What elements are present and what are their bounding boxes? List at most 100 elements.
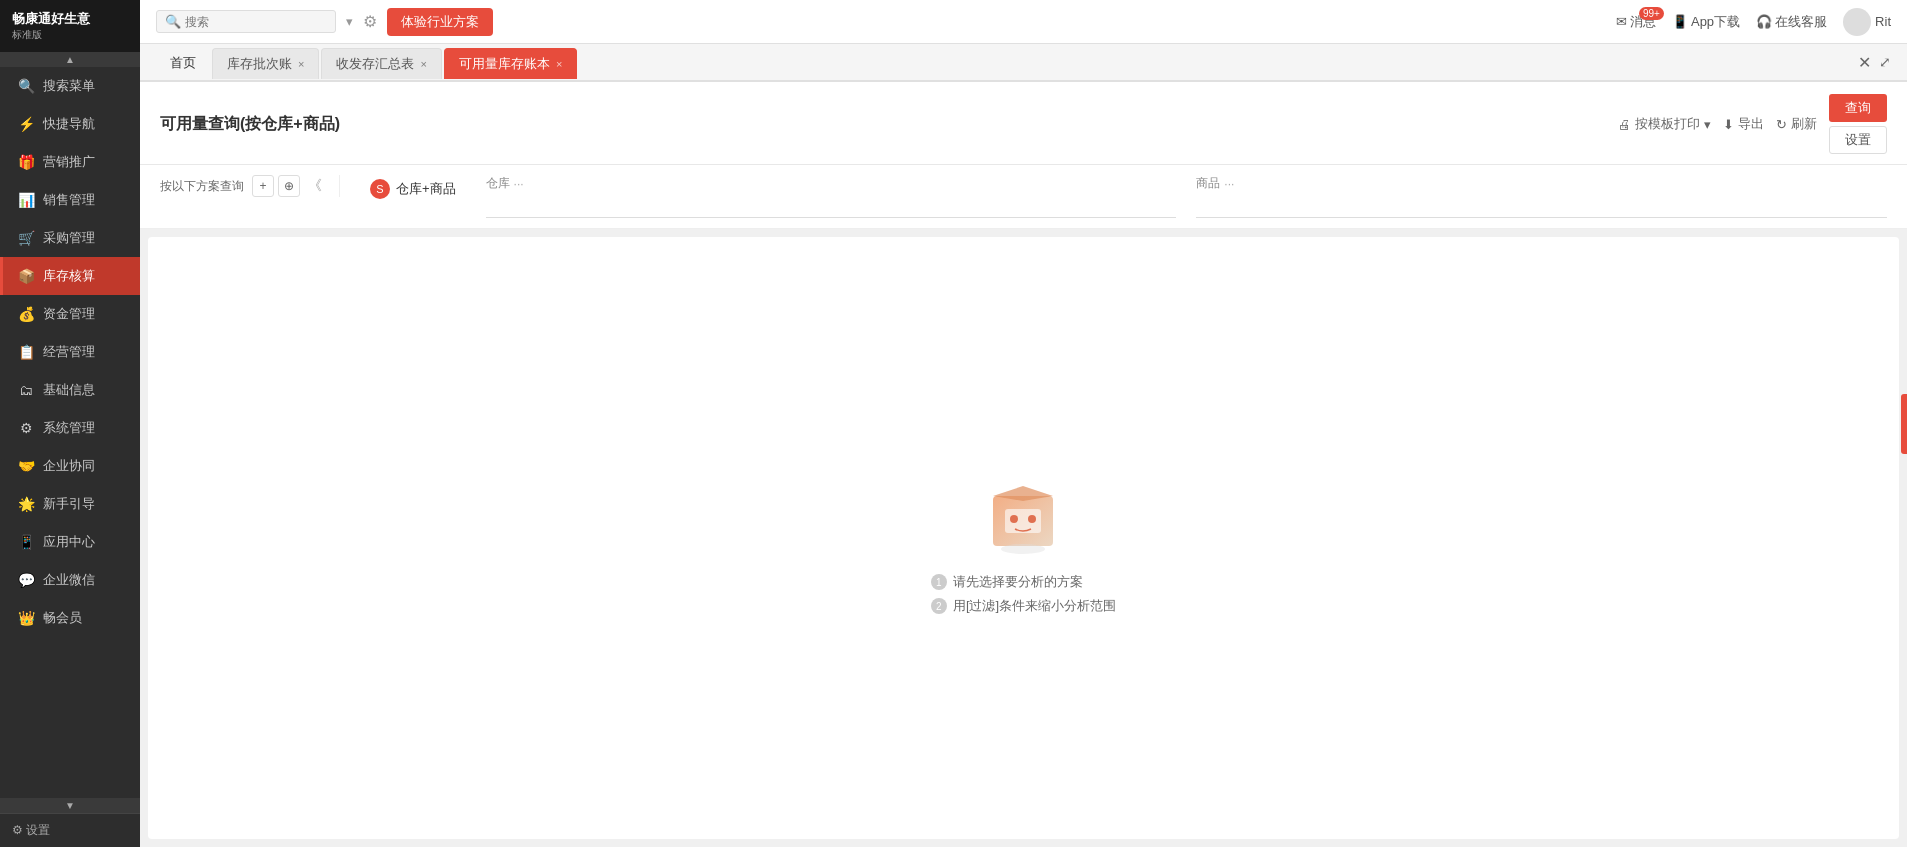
tip-num-1: 1 xyxy=(931,574,947,590)
warehouse-input[interactable] xyxy=(486,194,1177,218)
sidebar-label-operations: 经营管理 xyxy=(43,343,95,361)
brand-version: 标准版 xyxy=(12,28,128,42)
tab-available-ledger[interactable]: 可用量库存账本× xyxy=(444,48,577,79)
sidebar-label-member: 畅会员 xyxy=(43,609,82,627)
main-content: 🔍 ▾ ⚙ 体验行业方案 ✉ 消息 99+ 📱 App下载 🎧 在线客服 Rit xyxy=(140,0,1907,847)
sidebar-item-inventory[interactable]: 📦 库存核算 xyxy=(0,257,140,295)
svg-rect-2 xyxy=(1005,509,1041,533)
export-icon: ⬇ xyxy=(1723,117,1734,132)
search-icon: 🔍 xyxy=(165,14,181,29)
quick-nav-icon: ⚡ xyxy=(17,115,35,133)
sidebar-label-marketing: 营销推广 xyxy=(43,153,95,171)
filter-scheme-label: 按以下方案查询 xyxy=(160,178,244,195)
sidebar-item-basic[interactable]: 🗂 基础信息 xyxy=(0,371,140,409)
sidebar-scroll-up[interactable]: ▲ xyxy=(0,52,140,67)
tabbar-actions: ✕ ⤢ xyxy=(1858,53,1891,72)
export-button[interactable]: ⬇ 导出 xyxy=(1723,115,1764,133)
app-download-button[interactable]: 📱 App下载 xyxy=(1672,13,1740,31)
message-icon: ✉ xyxy=(1616,14,1627,29)
customer-service-button[interactable]: 🎧 在线客服 xyxy=(1756,13,1827,31)
scheme-label: 仓库+商品 xyxy=(396,180,456,198)
empty-illustration xyxy=(973,461,1073,561)
content-area: 1 请先选择要分析的方案 2 用[过滤]条件来缩小分析范围 xyxy=(148,237,1899,839)
sidebar-scroll-down[interactable]: ▼ xyxy=(0,798,140,813)
query-button[interactable]: 查询 xyxy=(1829,94,1887,122)
tab-close-available-ledger[interactable]: × xyxy=(556,58,562,70)
notification-button[interactable]: ✉ 消息 99+ xyxy=(1616,13,1656,31)
search-input[interactable] xyxy=(185,15,315,29)
operations-icon: 📋 xyxy=(17,343,35,361)
sidebar: 畅康通好生意 标准版 ▲ 🔍 搜索菜单 ⚡ 快捷导航 🎁 营销推广 📊 销售管理… xyxy=(0,0,140,847)
page-header: 可用量查询(按仓库+商品) 🖨 按模板打印 ▾ ⬇ 导出 ↻ 刷新 查询 设置 xyxy=(140,82,1907,165)
tab-home[interactable]: 首页 xyxy=(156,48,210,78)
sidebar-item-appstore[interactable]: 📱 应用中心 xyxy=(0,523,140,561)
topbar: 🔍 ▾ ⚙ 体验行业方案 ✉ 消息 99+ 📱 App下载 🎧 在线客服 Rit xyxy=(140,0,1907,44)
tip-text-1: 请先选择要分析的方案 xyxy=(953,573,1083,591)
manage-scheme-button[interactable]: ⊕ xyxy=(278,175,300,197)
sidebar-item-finance[interactable]: 💰 资金管理 xyxy=(0,295,140,333)
close-tab-button[interactable]: ✕ xyxy=(1858,53,1871,72)
refresh-label: 刷新 xyxy=(1791,115,1817,133)
tip-num-2: 2 xyxy=(931,598,947,614)
sidebar-item-purchase[interactable]: 🛒 采购管理 xyxy=(0,219,140,257)
print-chevron-icon: ▾ xyxy=(1704,117,1711,132)
product-input[interactable] xyxy=(1196,194,1887,218)
app-download-label: App下载 xyxy=(1691,13,1740,31)
sidebar-item-operations[interactable]: 📋 经营管理 xyxy=(0,333,140,371)
sidebar-item-enterprise[interactable]: 🤝 企业协同 xyxy=(0,447,140,485)
sidebar-footer[interactable]: ⚙ 设置 xyxy=(0,813,140,847)
sidebar-item-newbie[interactable]: 🌟 新手引导 xyxy=(0,485,140,523)
user-avatar-area[interactable]: Rit xyxy=(1843,8,1891,36)
sidebar-label-wechat: 企业微信 xyxy=(43,571,95,589)
sidebar-item-search[interactable]: 🔍 搜索菜单 xyxy=(0,67,140,105)
sidebar-label-purchase: 采购管理 xyxy=(43,229,95,247)
print-button[interactable]: 🖨 按模板打印 ▾ xyxy=(1618,115,1711,133)
refresh-icon: ↻ xyxy=(1776,117,1787,132)
purchase-icon: 🛒 xyxy=(17,229,35,247)
svg-point-5 xyxy=(1001,544,1045,554)
tab-label-collect-summary: 收发存汇总表 xyxy=(336,55,414,73)
page-title: 可用量查询(按仓库+商品) xyxy=(160,114,340,135)
sidebar-item-marketing[interactable]: 🎁 营销推广 xyxy=(0,143,140,181)
system-icon: ⚙ xyxy=(17,419,35,437)
tabbar: 首页库存批次账×收发存汇总表×可用量库存账本× ✕ ⤢ xyxy=(140,44,1907,82)
product-more-btn[interactable]: ··· xyxy=(1224,177,1234,191)
add-scheme-button[interactable]: + xyxy=(252,175,274,197)
sidebar-item-sales[interactable]: 📊 销售管理 xyxy=(0,181,140,219)
sidebar-label-finance: 资金管理 xyxy=(43,305,95,323)
enterprise-icon: 🤝 xyxy=(17,457,35,475)
brand-name: 畅康通好生意 xyxy=(12,10,128,28)
scroll-indicator[interactable] xyxy=(1901,394,1907,454)
filter-scheme-item[interactable]: S 仓库+商品 xyxy=(360,175,466,203)
warehouse-more-btn[interactable]: ··· xyxy=(514,177,524,191)
sidebar-item-quick-nav[interactable]: ⚡ 快捷导航 xyxy=(0,105,140,143)
tab-close-collect-summary[interactable]: × xyxy=(420,58,426,70)
refresh-button[interactable]: ↻ 刷新 xyxy=(1776,115,1817,133)
sidebar-header: 畅康通好生意 标准版 xyxy=(0,0,140,52)
sales-icon: 📊 xyxy=(17,191,35,209)
svg-point-4 xyxy=(1028,515,1036,523)
print-label: 按模板打印 xyxy=(1635,115,1700,133)
sidebar-item-wechat[interactable]: 💬 企业微信 xyxy=(0,561,140,599)
sidebar-item-member[interactable]: 👑 畅会员 xyxy=(0,599,140,637)
sidebar-item-system[interactable]: ⚙ 系统管理 xyxy=(0,409,140,447)
collapse-filter-icon[interactable]: 《 xyxy=(308,177,322,195)
filter-area: 按以下方案查询 + ⊕ 《 S 仓库+商品 仓库 ··· xyxy=(140,165,1907,229)
tab-close-batch-account[interactable]: × xyxy=(298,58,304,70)
filter-left: 按以下方案查询 + ⊕ 《 xyxy=(160,175,340,197)
settings-button[interactable]: 设置 xyxy=(1829,126,1887,154)
expand-button[interactable]: ⤢ xyxy=(1879,54,1891,70)
sidebar-label-newbie: 新手引导 xyxy=(43,495,95,513)
trial-button[interactable]: 体验行业方案 xyxy=(387,8,493,36)
topbar-chevron-icon[interactable]: ▾ xyxy=(346,14,353,29)
tab-batch-account[interactable]: 库存批次账× xyxy=(212,48,319,79)
empty-tips: 1 请先选择要分析的方案 2 用[过滤]条件来缩小分析范围 xyxy=(931,573,1116,615)
sidebar-label-quick-nav: 快捷导航 xyxy=(43,115,95,133)
product-field: 商品 ··· xyxy=(1196,175,1887,218)
gear-icon[interactable]: ⚙ xyxy=(363,12,377,31)
page-title-row: 可用量查询(按仓库+商品) 🖨 按模板打印 ▾ ⬇ 导出 ↻ 刷新 查询 设置 xyxy=(160,94,1887,164)
tab-collect-summary[interactable]: 收发存汇总表 × xyxy=(321,48,441,79)
basic-icon: 🗂 xyxy=(17,381,35,399)
scheme-icon-text: S xyxy=(376,183,383,195)
headset-icon: 🎧 xyxy=(1756,14,1772,29)
